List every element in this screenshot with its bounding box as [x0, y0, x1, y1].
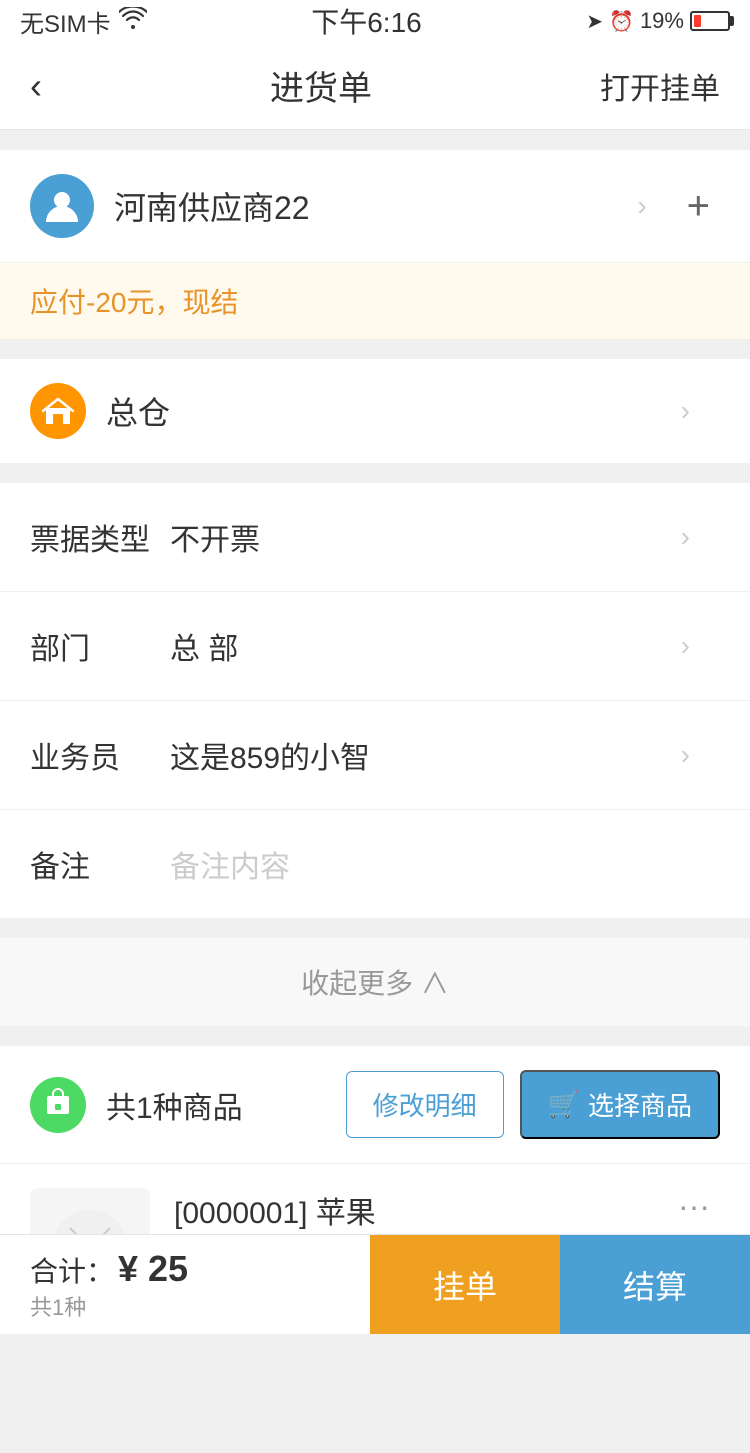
payment-info-banner: 应付-20元，现结 — [0, 263, 750, 339]
status-bar: 无SIM卡 下午6:16 ➤ ⏰ 19% — [0, 0, 750, 42]
chevron-right-warehouse-icon: › — [681, 395, 690, 427]
status-right: ➤ ⏰ 19% — [586, 8, 730, 34]
remark-placeholder: 备注内容 — [170, 842, 720, 886]
chevron-right-sales-icon: › — [681, 739, 690, 771]
open-hang-button[interactable]: 打开挂单 — [600, 64, 720, 108]
form-section: 票据类型 不开票 › 部门 总 部 › 业务员 这是859的小智 › 备注 备注… — [0, 483, 750, 918]
hang-button[interactable]: 挂单 — [370, 1235, 560, 1334]
ticket-type-value: 不开票 — [170, 515, 681, 559]
back-button[interactable]: ‹ — [30, 65, 42, 107]
department-value: 总 部 — [170, 624, 681, 668]
total-section: 合计： ¥ 25 共1种 — [0, 1235, 370, 1334]
chevron-right-ticket-icon: › — [681, 521, 690, 553]
battery-icon — [690, 11, 730, 31]
product-name-text: 苹果 — [316, 1197, 376, 1230]
supplier-name: 河南供应商22 — [114, 183, 637, 229]
page-title: 进货单 — [270, 61, 372, 110]
supplier-section: 河南供应商22 › + 应付-20元，现结 — [0, 150, 750, 339]
carrier-label: 无SIM卡 — [20, 4, 111, 39]
remark-label: 备注 — [30, 842, 170, 886]
chevron-right-dept-icon: › — [681, 630, 690, 662]
product-name: [0000001] 苹果 — [174, 1188, 668, 1232]
supplier-row[interactable]: 河南供应商22 › + — [0, 150, 750, 263]
nav-bar: ‹ 进货单 打开挂单 — [0, 42, 750, 130]
supplier-avatar — [30, 174, 94, 238]
warehouse-section: 总仓 › — [0, 359, 750, 463]
ticket-type-row[interactable]: 票据类型 不开票 › — [0, 483, 750, 592]
cart-icon: 🛒 — [548, 1089, 580, 1120]
battery-percent: 19% — [640, 8, 684, 34]
warehouse-icon — [30, 383, 86, 439]
product-id: [0000001] — [174, 1197, 307, 1230]
total-label: 合计： — [30, 1250, 114, 1290]
choose-product-label: 选择商品 — [588, 1086, 692, 1123]
ticket-type-label: 票据类型 — [30, 515, 170, 559]
section-gap-1 — [0, 130, 750, 150]
total-amount: ¥ 25 — [118, 1248, 188, 1290]
choose-product-button[interactable]: 🛒 选择商品 — [520, 1070, 720, 1139]
checkout-button[interactable]: 结算 — [560, 1235, 750, 1334]
bottom-bar: 合计： ¥ 25 共1种 挂单 结算 — [0, 1234, 750, 1334]
products-icon — [30, 1077, 86, 1133]
salesman-value: 这是859的小智 — [170, 733, 681, 777]
wifi-icon — [119, 7, 147, 36]
product-more-button[interactable]: ··· — [668, 1188, 720, 1225]
salesman-label: 业务员 — [30, 733, 170, 777]
department-row[interactable]: 部门 总 部 › — [0, 592, 750, 701]
products-count: 共1种商品 — [106, 1083, 346, 1127]
location-icon: ➤ — [586, 9, 603, 34]
department-label: 部门 — [30, 624, 170, 668]
chevron-right-icon: › — [637, 190, 646, 222]
status-time: 下午6:16 — [311, 1, 422, 41]
collapse-toggle[interactable]: 收起更多 ∧ — [0, 938, 750, 1026]
remark-row[interactable]: 备注 备注内容 — [0, 810, 750, 918]
edit-detail-button[interactable]: 修改明细 — [346, 1071, 504, 1138]
status-left: 无SIM卡 — [20, 4, 147, 39]
add-supplier-button[interactable]: + — [677, 184, 720, 229]
products-header: 共1种商品 修改明细 🛒 选择商品 — [0, 1046, 750, 1164]
alarm-icon: ⏰ — [609, 9, 634, 34]
bottom-padding — [0, 1333, 750, 1453]
total-count: 共1种 — [30, 1290, 340, 1322]
warehouse-row[interactable]: 总仓 › — [0, 359, 750, 463]
warehouse-name: 总仓 — [106, 388, 681, 434]
salesman-row[interactable]: 业务员 这是859的小智 › — [0, 701, 750, 810]
